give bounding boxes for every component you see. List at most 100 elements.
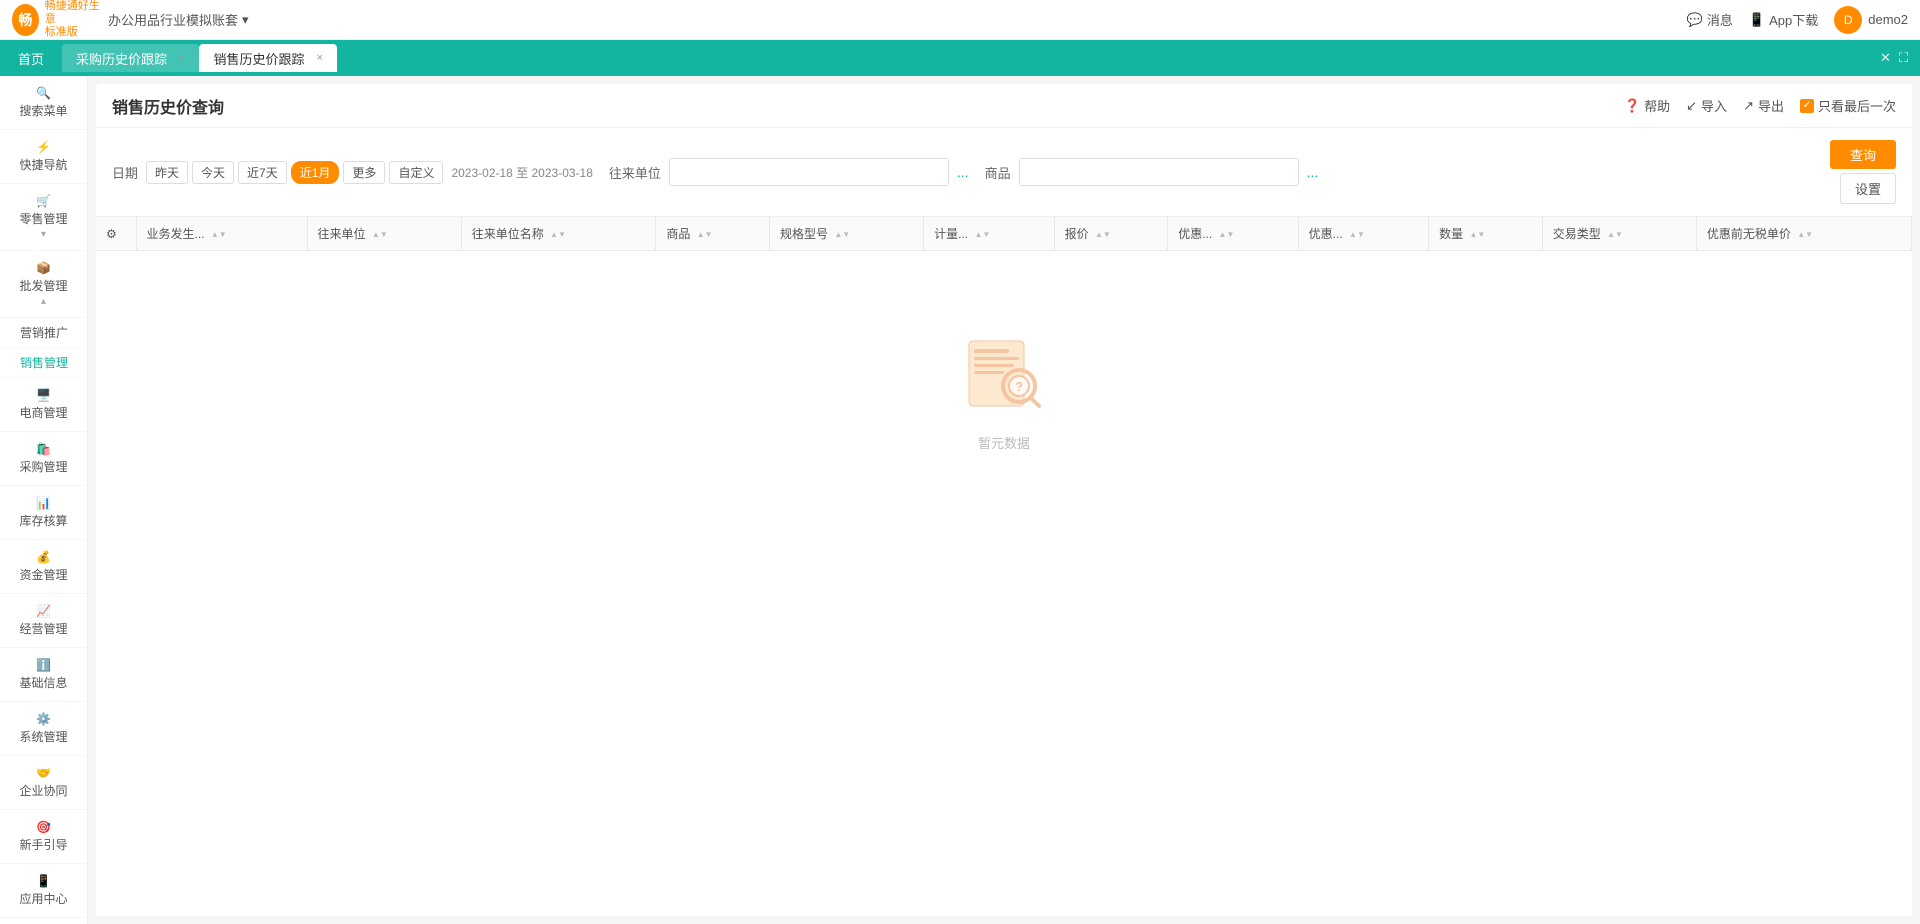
sort-icon-product[interactable]: ▲▼	[697, 230, 713, 239]
user-area[interactable]: D demo2	[1834, 6, 1908, 34]
ecommerce-label: 电商管理	[19, 404, 67, 421]
settings-button[interactable]: 设置	[1840, 173, 1896, 204]
fund-label: 资金管理	[19, 566, 67, 583]
sidebar-item-operations[interactable]: 📈 经营管理	[0, 594, 87, 648]
sidebar-item-fund[interactable]: 💰 资金管理	[0, 540, 87, 594]
export-action[interactable]: ↗ 导出	[1743, 96, 1784, 115]
help-label: 帮助	[1644, 96, 1670, 115]
tab-purchase-close[interactable]: ×	[179, 52, 185, 64]
col-settings[interactable]: ⚙	[96, 217, 136, 251]
system-label: 系统管理	[19, 728, 67, 745]
app-download-action[interactable]: 📱 App下载	[1749, 10, 1818, 29]
partner-filter-input[interactable]	[669, 158, 949, 186]
tab-sales-label: 销售历史价跟踪	[213, 49, 304, 68]
message-action[interactable]: 💬 消息	[1687, 10, 1733, 29]
message-icon: 💬	[1687, 12, 1703, 28]
date-btn-custom[interactable]: 自定义	[389, 161, 443, 184]
sidebar-item-new-guide[interactable]: 🎯 新手引导	[0, 810, 87, 864]
import-action[interactable]: ↙ 导入	[1686, 96, 1727, 115]
sidebar-item-sales-mgmt[interactable]: 销售管理	[0, 348, 87, 378]
table-container: ⚙ 业务发生... ▲▼ 往来单位 ▲▼ 往来单位名称	[96, 217, 1912, 916]
enterprise-collab-icon: 🤝	[36, 766, 51, 780]
data-table: ⚙ 业务发生... ▲▼ 往来单位 ▲▼ 往来单位名称	[96, 217, 1912, 251]
app-title-area[interactable]: 办公用品行业模拟账套 ▾	[108, 10, 249, 29]
basic-info-label: 基础信息	[19, 674, 67, 691]
partner-filter-dots[interactable]: ...	[957, 164, 969, 180]
col-pre-tax-price[interactable]: 优惠前无税单价 ▲▼	[1696, 217, 1911, 251]
col-product-label: 商品	[666, 227, 690, 241]
sidebar-item-search-menu[interactable]: 🔍 搜索菜单	[0, 76, 87, 130]
search-menu-label: 搜索菜单	[19, 102, 67, 119]
col-unit[interactable]: 计量... ▲▼	[924, 217, 1054, 251]
col-discount1[interactable]: 优惠... ▲▼	[1168, 217, 1298, 251]
page-title-bar: 销售历史价查询 ❓ 帮助 ↙ 导入 ↗ 导出 ✓	[96, 84, 1912, 128]
marketing-label: 营销推广	[20, 326, 68, 340]
sidebar-item-inventory[interactable]: 📊 库存核算	[0, 486, 87, 540]
sidebar-item-enterprise-wechat[interactable]: 💬 企业微信	[0, 918, 87, 924]
only-last-checkbox-area[interactable]: ✓ 只看最后一次	[1800, 96, 1896, 115]
sort-icon-quoted-price[interactable]: ▲▼	[1095, 230, 1111, 239]
sort-icon-partner-name[interactable]: ▲▼	[550, 230, 566, 239]
col-quoted-price-label: 报价	[1065, 227, 1089, 241]
sidebar-item-retail-mgmt[interactable]: 🛒 零售管理 ▾	[0, 184, 87, 251]
product-filter-dots[interactable]: ...	[1307, 164, 1319, 180]
close-all-icon[interactable]: ✕	[1880, 50, 1891, 66]
query-button[interactable]: 查询	[1830, 140, 1896, 169]
col-trade-type[interactable]: 交易类型 ▲▼	[1542, 217, 1696, 251]
wholesale-mgmt-icon: 📦	[36, 261, 51, 275]
sort-icon-discount1[interactable]: ▲▼	[1219, 230, 1235, 239]
sidebar-item-system[interactable]: ⚙️ 系统管理	[0, 702, 87, 756]
sort-icon-pre-tax-price[interactable]: ▲▼	[1797, 230, 1813, 239]
date-btn-yesterday[interactable]: 昨天	[146, 161, 188, 184]
col-partner-code[interactable]: 往来单位 ▲▼	[307, 217, 461, 251]
header-right: 💬 消息 📱 App下载 D demo2	[1687, 6, 1908, 34]
help-action[interactable]: ❓ 帮助	[1624, 96, 1670, 115]
col-discount2[interactable]: 优惠... ▲▼	[1298, 217, 1428, 251]
export-icon: ↗	[1743, 98, 1754, 114]
date-btn-today[interactable]: 今天	[192, 161, 234, 184]
sidebar-item-enterprise-collab[interactable]: 🤝 企业协同	[0, 756, 87, 810]
gear-icon[interactable]: ⚙	[106, 227, 117, 241]
sort-icon-partner-code[interactable]: ▲▼	[372, 230, 388, 239]
tab-home[interactable]: 首页	[4, 44, 58, 72]
tab-purchase-label: 采购历史价跟踪	[76, 49, 167, 68]
date-btn-more[interactable]: 更多	[343, 161, 385, 184]
retail-mgmt-icon: 🛒	[36, 194, 51, 208]
sidebar-item-quick-nav[interactable]: ⚡ 快捷导航	[0, 130, 87, 184]
sidebar-item-marketing[interactable]: 营销推广	[0, 318, 87, 348]
col-quantity[interactable]: 数量 ▲▼	[1429, 217, 1543, 251]
sort-icon-spec[interactable]: ▲▼	[834, 230, 850, 239]
quick-nav-label: 快捷导航	[19, 156, 67, 173]
quick-nav-icon: ⚡	[36, 140, 51, 154]
product-filter-input[interactable]	[1019, 158, 1299, 186]
empty-icon: ?	[954, 331, 1054, 421]
sidebar-item-wholesale-mgmt[interactable]: 📦 批发管理 ▴	[0, 251, 87, 318]
sidebar-item-basic-info[interactable]: ℹ️ 基础信息	[0, 648, 87, 702]
sort-icon-discount2[interactable]: ▲▼	[1349, 230, 1365, 239]
tab-sales-history[interactable]: 销售历史价跟踪 ×	[199, 44, 336, 72]
sidebar-item-ecommerce[interactable]: 🖥️ 电商管理	[0, 378, 87, 432]
sort-icon-trade-type[interactable]: ▲▼	[1607, 230, 1623, 239]
dropdown-icon[interactable]: ▾	[242, 12, 249, 28]
sort-icon-unit[interactable]: ▲▼	[974, 230, 990, 239]
tab-purchase-history[interactable]: 采购历史价跟踪 ×	[62, 44, 199, 72]
only-last-checkbox[interactable]: ✓	[1800, 99, 1814, 113]
system-icon: ⚙️	[36, 712, 51, 726]
sort-icon-biz-date[interactable]: ▲▼	[211, 230, 227, 239]
sidebar-item-purchase[interactable]: 🛍️ 采购管理	[0, 432, 87, 486]
date-btn-last7days[interactable]: 近7天	[238, 161, 287, 184]
page-title: 销售历史价查询	[112, 94, 224, 118]
sort-icon-quantity[interactable]: ▲▼	[1470, 230, 1486, 239]
col-discount2-label: 优惠...	[1309, 227, 1343, 241]
col-biz-date[interactable]: 业务发生... ▲▼	[136, 217, 307, 251]
date-btn-last1month[interactable]: 近1月	[291, 161, 340, 184]
tab-sales-close[interactable]: ×	[316, 52, 322, 64]
logo-icon: 畅	[12, 4, 39, 36]
fullscreen-icon[interactable]: ⛶	[1899, 50, 1908, 66]
col-product[interactable]: 商品 ▲▼	[656, 217, 770, 251]
sidebar-item-app-center[interactable]: 📱 应用中心	[0, 864, 87, 918]
filter-actions: 查询 设置	[1830, 140, 1896, 204]
col-partner-name[interactable]: 往来单位名称 ▲▼	[461, 217, 656, 251]
col-quoted-price[interactable]: 报价 ▲▼	[1054, 217, 1168, 251]
col-spec[interactable]: 规格型号 ▲▼	[769, 217, 923, 251]
